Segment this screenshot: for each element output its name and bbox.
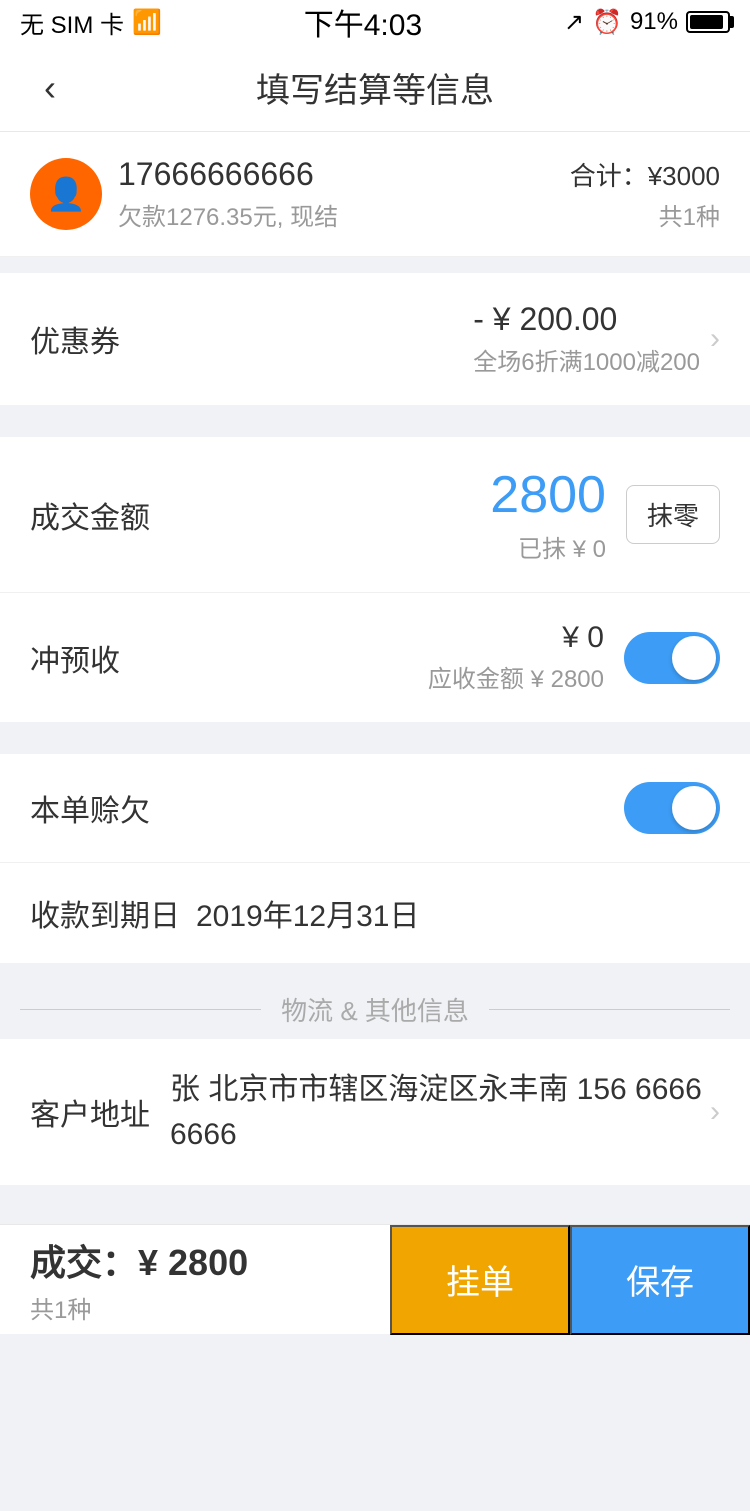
address-chevron-icon: › (710, 1095, 720, 1129)
amount-section: 成交金额 2800 已抹 ¥ 0 抹零 冲预收 ¥ 0 应收金额 ¥ 2800 (0, 437, 750, 722)
coupon-row[interactable]: 优惠券 - ¥ 200.00 全场6折满1000减200 › (0, 273, 750, 405)
battery-icon (686, 11, 730, 33)
duedate-value: 2019年12月31日 (196, 891, 419, 935)
alarm-icon: ⏰ (592, 8, 622, 37)
prepaid-amount: ¥ 0 (428, 621, 604, 655)
chevron-right-icon: › (710, 322, 720, 356)
status-left: 无 SIM 卡 📶 (20, 5, 162, 40)
address-row[interactable]: 客户地址 张 北京市市辖区海淀区永丰南 156 6666 6666 › (0, 1039, 750, 1185)
amount-label: 成交金额 (30, 493, 150, 537)
address-label: 客户地址 (30, 1090, 150, 1134)
duedate-row: 收款到期日 2019年12月31日 (0, 862, 750, 963)
writeoff-toggle-knob (672, 786, 716, 830)
logistics-divider: 物流 & 其他信息 (0, 979, 750, 1039)
round-button[interactable]: 抹零 (626, 485, 720, 544)
save-button[interactable]: 保存 (570, 1225, 750, 1335)
coupon-right-text: - ¥ 200.00 全场6折满1000减200 (473, 301, 700, 377)
customer-card: 👤 17666666666 欠款1276.35元, 现结 合计：¥3000 共1… (0, 132, 750, 257)
amount-value: 2800 (490, 465, 606, 525)
customer-debt: 欠款1276.35元, 现结 (118, 197, 338, 232)
writeoff-row: 本单赊欠 (0, 754, 750, 862)
bottom-summary: 成交：¥ 2800 共1种 (0, 1234, 390, 1325)
section-divider-2 (0, 722, 750, 738)
bottom-deal-amount: ¥ 2800 (138, 1242, 248, 1283)
prepaid-label: 冲预收 (30, 636, 120, 680)
writeoff-toggle[interactable] (624, 782, 720, 834)
section-divider-3 (0, 963, 750, 979)
back-button[interactable]: ‹ (20, 58, 80, 118)
wifi-icon: 📶 (132, 8, 162, 37)
status-right: ↗ ⏰ 91% (564, 8, 730, 37)
prepaid-right: ¥ 0 应收金额 ¥ 2800 (428, 621, 720, 694)
amount-sub: 已抹 ¥ 0 (490, 529, 606, 564)
prepaid-value-col: ¥ 0 应收金额 ¥ 2800 (428, 621, 604, 694)
bottom-deal-label: 成交：¥ 2800 (30, 1234, 360, 1286)
address-value: 张 北京市市辖区海淀区永丰南 156 6666 6666 (170, 1067, 710, 1157)
total-label: 合计：¥3000 (570, 156, 720, 193)
hold-button[interactable]: 挂单 (390, 1225, 570, 1335)
coupon-right: - ¥ 200.00 全场6折满1000减200 › (473, 301, 720, 377)
battery-fill (690, 15, 723, 29)
page-title: 填写结算等信息 (256, 63, 494, 112)
customer-left: 👤 17666666666 欠款1276.35元, 现结 (30, 156, 338, 232)
customer-info: 17666666666 欠款1276.35元, 现结 (118, 156, 338, 232)
customer-row: 👤 17666666666 欠款1276.35元, 现结 合计：¥3000 共1… (0, 132, 750, 257)
battery-percent: 91% (630, 8, 678, 36)
amount-right: 2800 已抹 ¥ 0 抹零 (490, 465, 720, 564)
logistics-label: 物流 & 其他信息 (281, 991, 469, 1028)
customer-right: 合计：¥3000 共1种 (570, 156, 720, 232)
amount-value-col: 2800 已抹 ¥ 0 (490, 465, 606, 564)
bottom-deal-prefix: 成交： (30, 1242, 138, 1283)
bottom-spacer (0, 1401, 750, 1511)
toggle-knob (672, 636, 716, 680)
total-count: 共1种 (570, 197, 720, 232)
duedate-label: 收款到期日 (30, 891, 180, 935)
avatar: 👤 (30, 158, 102, 230)
coupon-discount: - ¥ 200.00 (473, 301, 700, 338)
carrier-label: 无 SIM 卡 (20, 5, 124, 40)
nav-bar: ‹ 填写结算等信息 (0, 44, 750, 132)
location-icon: ↗ (564, 8, 584, 37)
time-label: 下午4:03 (304, 0, 422, 44)
bottom-count: 共1种 (30, 1290, 360, 1325)
prepaid-row: 冲预收 ¥ 0 应收金额 ¥ 2800 (0, 592, 750, 722)
bottom-bar: 成交：¥ 2800 共1种 挂单 保存 (0, 1224, 750, 1334)
coupon-label: 优惠券 (30, 317, 120, 361)
status-bar: 无 SIM 卡 📶 下午4:03 ↗ ⏰ 91% (0, 0, 750, 44)
prepaid-toggle[interactable] (624, 632, 720, 684)
prepaid-receivable: 应收金额 ¥ 2800 (428, 659, 604, 694)
writeoff-label: 本单赊欠 (30, 786, 150, 830)
section-divider-1 (0, 421, 750, 437)
coupon-desc: 全场6折满1000减200 (473, 342, 700, 377)
customer-phone: 17666666666 (118, 156, 338, 193)
amount-row: 成交金额 2800 已抹 ¥ 0 抹零 (0, 437, 750, 592)
